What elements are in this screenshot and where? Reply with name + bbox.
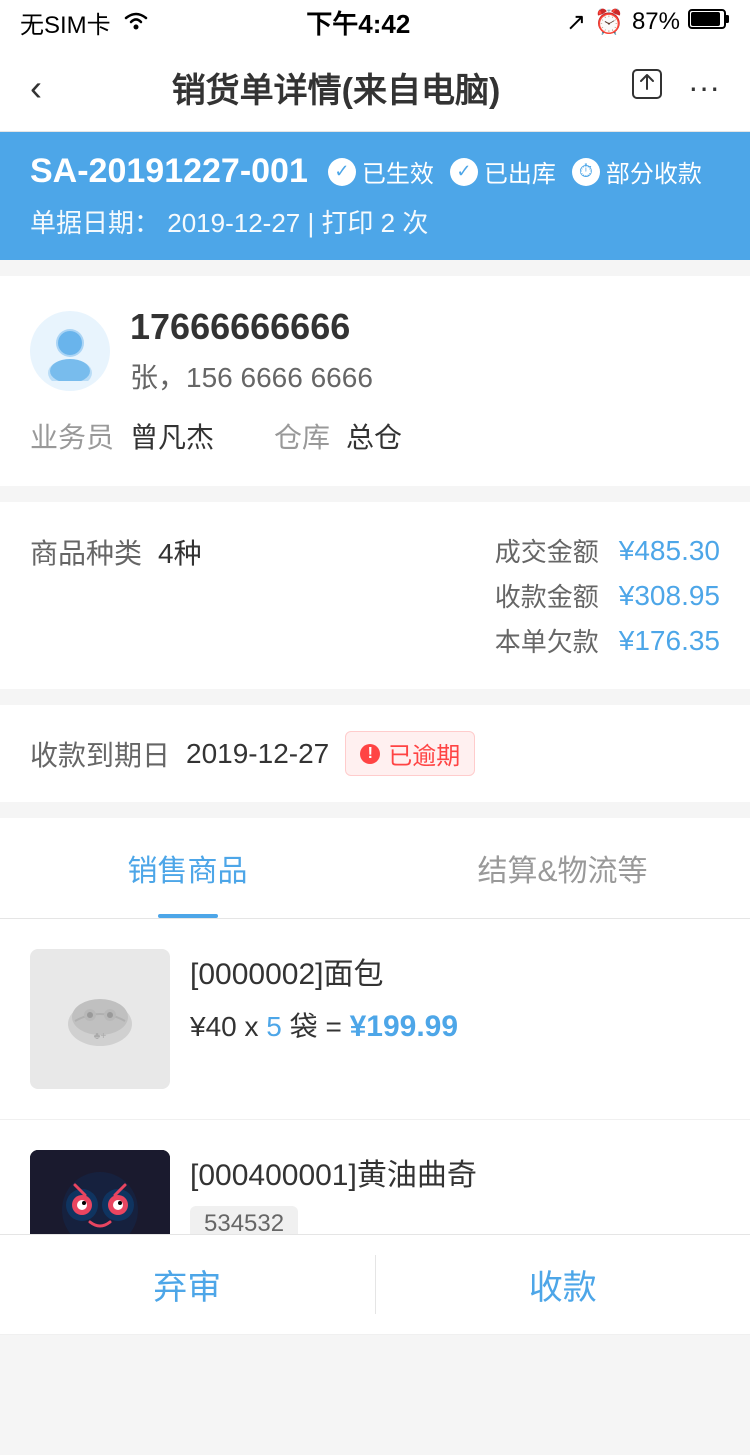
product-name-bread: [0000002]面包 — [190, 949, 720, 993]
type-label: 商品种类 — [30, 532, 142, 572]
back-button[interactable]: ‹ — [30, 67, 42, 109]
warehouse-name: 总仓 — [346, 416, 402, 456]
alarm-icon: ⏰ — [594, 8, 624, 37]
overdue-text: 已逾期 — [388, 736, 460, 771]
salesperson-name: 曾凡杰 — [130, 416, 214, 456]
warehouse-info: 仓库 总仓 — [274, 416, 402, 456]
salesperson-info: 业务员 曾凡杰 — [30, 416, 214, 456]
tabs-container: 销售商品 结算&物流等 — [0, 818, 750, 919]
avatar — [30, 311, 110, 391]
badge-shipped: ✓ 已出库 — [450, 154, 556, 189]
product-name-cookie: [000400001]黄油曲奇 — [190, 1150, 720, 1194]
nav-actions: ··· — [630, 67, 720, 109]
salesperson-label: 业务员 — [30, 416, 114, 456]
deal-amount: 成交金额 ¥485.30 — [495, 532, 720, 569]
customer-name-phone: 张，156 6666 6666 — [130, 356, 373, 396]
product-info-bread: [0000002]面包 ¥40 x 5 袋 = ¥199.99 — [190, 949, 720, 1045]
overdue-badge: ! 已逾期 — [345, 731, 475, 776]
location-icon: ↗ — [566, 8, 586, 37]
clock-icon: ⏱ — [572, 158, 600, 186]
cancel-audit-button[interactable]: 弃审 — [0, 1235, 375, 1334]
header-date: 单据日期： 2019-12-27 | 打印 2 次 — [30, 203, 720, 240]
wifi-icon — [121, 8, 151, 37]
product-price-bread: ¥40 x 5 袋 = ¥199.99 — [190, 1005, 720, 1045]
status-badges: ✓ 已生效 ✓ 已出库 ⏱ 部分收款 — [328, 154, 702, 189]
product-item: ♣+ [0000002]面包 ¥40 x 5 袋 = ¥199.99 — [0, 919, 750, 1120]
debt-amount-label: 本单欠款 — [495, 622, 599, 659]
debt-amount: 本单欠款 ¥176.35 — [495, 622, 720, 659]
type-count: 4种 — [158, 532, 202, 572]
status-time: 下午4:42 — [306, 4, 410, 41]
customer-section: 17666666666 张，156 6666 6666 业务员 曾凡杰 仓库 总… — [0, 276, 750, 486]
status-right: ↗ ⏰ 87% — [566, 8, 730, 37]
deal-amount-value: ¥485.30 — [619, 535, 720, 567]
financial-stats: 成交金额 ¥485.30 收款金额 ¥308.95 本单欠款 ¥176.35 — [495, 532, 720, 659]
header-banner: SA-20191227-001 ✓ 已生效 ✓ 已出库 ⏱ 部分收款 单据日期：… — [0, 132, 750, 260]
share-icon[interactable] — [630, 67, 664, 109]
stats-section: 商品种类 4种 成交金额 ¥485.30 收款金额 ¥308.95 本单欠款 ¥… — [0, 502, 750, 689]
check-icon-2: ✓ — [450, 158, 478, 186]
tabs: 销售商品 结算&物流等 — [0, 818, 750, 918]
tab-settlement[interactable]: 结算&物流等 — [375, 818, 750, 918]
customer-meta: 业务员 曾凡杰 仓库 总仓 — [30, 416, 720, 456]
debt-amount-value: ¥176.35 — [619, 625, 720, 657]
received-amount-label: 收款金额 — [495, 577, 599, 614]
bottom-bar: 弃审 收款 — [0, 1234, 750, 1334]
network-indicator: 无SIM卡 — [20, 5, 111, 40]
more-icon[interactable]: ··· — [688, 69, 720, 106]
due-date-value: 2019-12-27 — [186, 738, 329, 770]
product-image-bread: ♣+ — [30, 949, 170, 1089]
product-qty-bread: 5 — [266, 1011, 282, 1042]
received-amount: 收款金额 ¥308.95 — [495, 577, 720, 614]
deal-amount-label: 成交金额 — [495, 532, 599, 569]
overdue-dot-icon: ! — [360, 744, 380, 764]
battery-icon — [688, 8, 730, 37]
product-total-bread: ¥199.99 — [350, 1010, 458, 1043]
page-title: 销货单详情(来自电脑) — [172, 63, 501, 112]
warehouse-label: 仓库 — [274, 416, 330, 456]
order-id: SA-20191227-001 — [30, 152, 308, 191]
badge-effective: ✓ 已生效 — [328, 154, 434, 189]
payment-button[interactable]: 收款 — [376, 1235, 750, 1334]
product-type-count: 商品种类 4种 — [30, 532, 202, 572]
customer-details: 17666666666 张，156 6666 6666 — [130, 306, 373, 396]
tab-products[interactable]: 销售商品 — [0, 818, 375, 918]
due-section: 收款到期日 2019-12-27 ! 已逾期 — [0, 705, 750, 802]
badge-partial-payment: ⏱ 部分收款 — [572, 154, 702, 189]
due-date-label: 收款到期日 — [30, 734, 170, 774]
battery-text: 87% — [632, 8, 680, 36]
check-icon-1: ✓ — [328, 158, 356, 186]
status-left: 无SIM卡 — [20, 5, 151, 40]
status-bar: 无SIM卡 下午4:42 ↗ ⏰ 87% — [0, 0, 750, 44]
received-amount-value: ¥308.95 — [619, 580, 720, 612]
svg-text:♣+: ♣+ — [94, 1031, 107, 1042]
customer-phone: 17666666666 — [130, 306, 373, 348]
nav-bar: ‹ 销货单详情(来自电脑) ··· — [0, 44, 750, 132]
